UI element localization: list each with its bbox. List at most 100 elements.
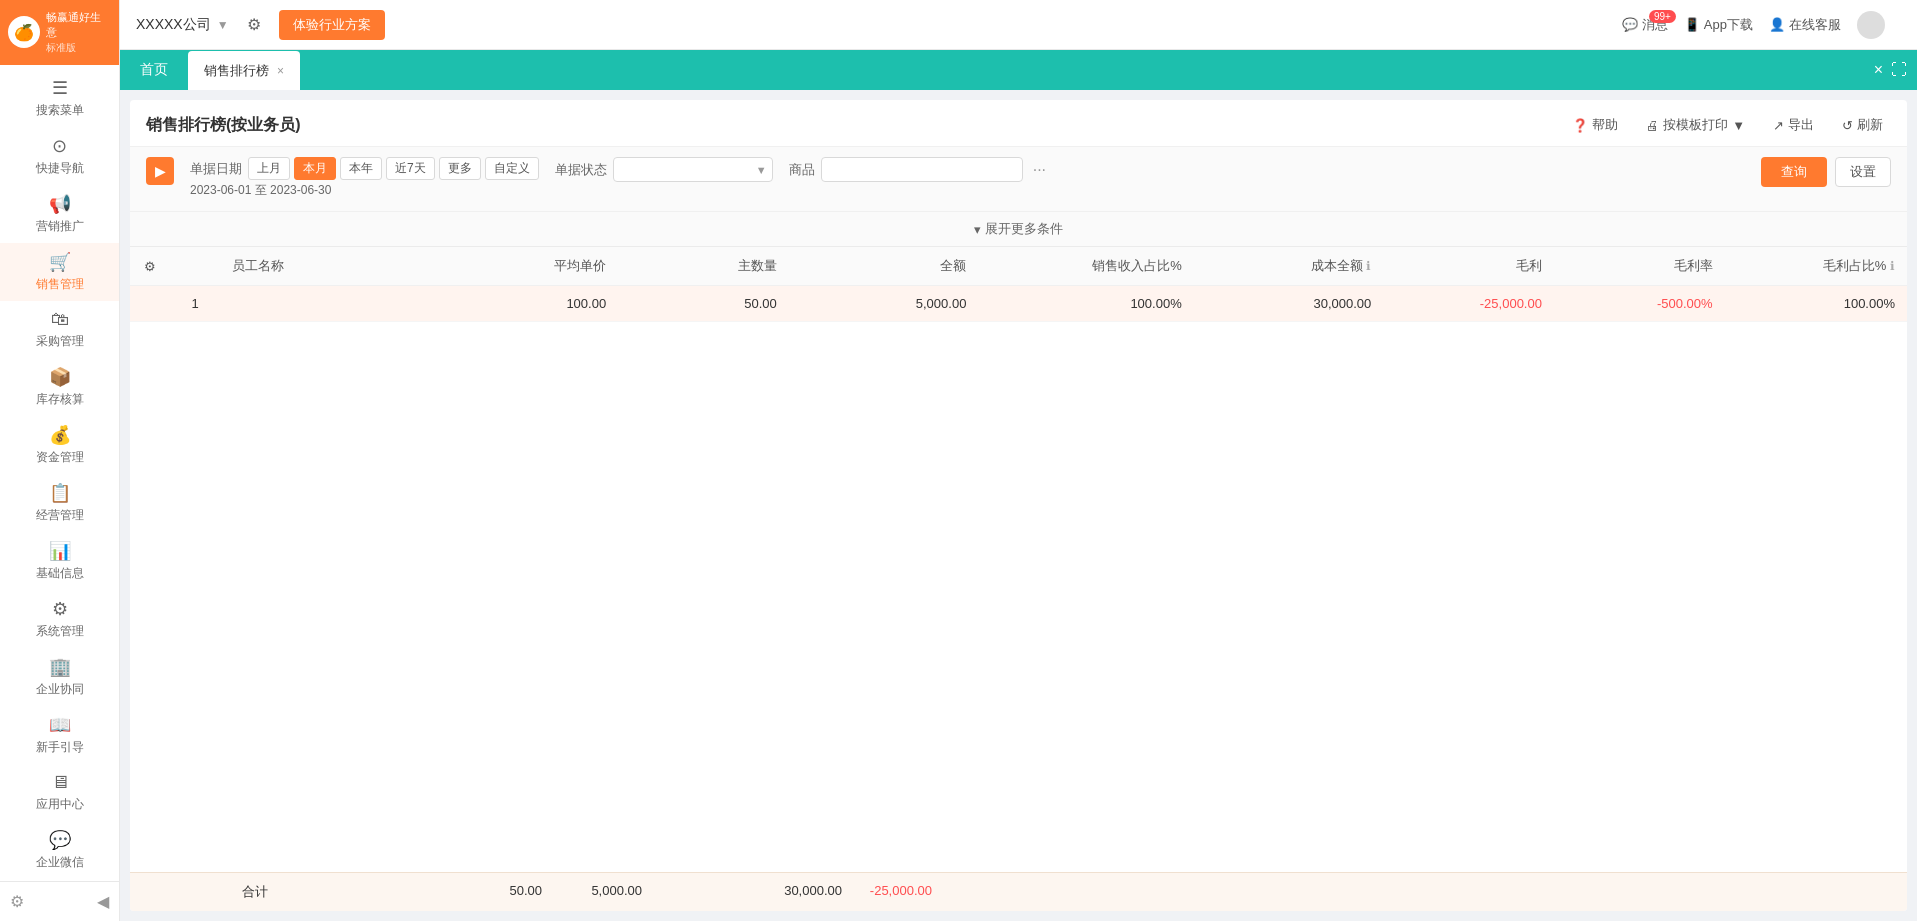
- footer-avg-cell: [362, 883, 452, 901]
- tabbar-maximize-btn[interactable]: ⛶: [1891, 61, 1907, 79]
- sidebar-item-newbie[interactable]: 📖 新手引导: [0, 706, 119, 764]
- app-download-button[interactable]: 📱 App下载: [1684, 16, 1753, 34]
- footer-gross-cell: -25,000.00: [842, 883, 932, 901]
- trial-button[interactable]: 体验行业方案: [279, 10, 385, 40]
- export-icon: ↗: [1773, 118, 1784, 133]
- filter-toggle-btn[interactable]: ▶: [146, 157, 174, 185]
- status-filter-group: 单据状态 ▼: [555, 157, 773, 182]
- sidebar-item-corp[interactable]: 🏢 企业协同: [0, 648, 119, 706]
- period-btn-this-year[interactable]: 本年: [340, 157, 382, 180]
- row-cost-cell: 30,000.00: [1194, 286, 1384, 322]
- system-icon: ⚙: [52, 598, 68, 620]
- print-button[interactable]: 🖨 按模板打印 ▼: [1638, 112, 1753, 138]
- row-grossrate-cell: -500.00%: [1554, 286, 1725, 322]
- wechat-icon: 💬: [49, 829, 71, 851]
- cost-info-icon[interactable]: ℹ: [1366, 259, 1371, 273]
- main-area: XXXXX公司 ▼ ⚙ 体验行业方案 💬 消息 99+ 📱 App下载 👤 在线…: [120, 0, 1917, 921]
- period-btn-custom[interactable]: 自定义: [485, 157, 539, 180]
- tab-sales-ranking[interactable]: 销售排行榜 ×: [188, 51, 300, 91]
- message-button[interactable]: 💬 消息 99+: [1622, 16, 1668, 34]
- print-chevron-icon: ▼: [1732, 118, 1745, 133]
- topbar-settings-btn[interactable]: ⚙: [239, 10, 269, 40]
- sidebar-item-label: 经营管理: [36, 507, 84, 524]
- user-avatar[interactable]: [1857, 11, 1885, 39]
- sidebar-item-label: 销售管理: [36, 276, 84, 293]
- sidebar-item-label: 新手引导: [36, 739, 84, 756]
- marketing-icon: 📢: [49, 193, 71, 215]
- sidebar-item-label: 快捷导航: [36, 160, 84, 177]
- sidebar-item-marketing[interactable]: 📢 营销推广: [0, 185, 119, 243]
- tab-home[interactable]: 首页: [120, 50, 188, 90]
- tabbar-actions: × ⛶: [1874, 61, 1917, 79]
- export-button[interactable]: ↗ 导出: [1765, 112, 1822, 138]
- company-chevron-icon: ▼: [217, 18, 229, 32]
- print-label: 按模板打印: [1663, 116, 1728, 134]
- page-header: 销售排行榜(按业务员) ❓ 帮助 🖨 按模板打印 ▼ ↗ 导出: [130, 100, 1907, 147]
- finance-icon: 💰: [49, 424, 71, 446]
- company-selector[interactable]: XXXXX公司 ▼: [136, 16, 229, 34]
- help-button[interactable]: ❓ 帮助: [1564, 112, 1626, 138]
- period-btn-last-month[interactable]: 上月: [248, 157, 290, 180]
- sidebar-item-system[interactable]: ⚙ 系统管理: [0, 590, 119, 648]
- footer-salespct-cell: [642, 883, 742, 901]
- sidebar-item-shortcuts[interactable]: ⊙ 快捷导航: [0, 127, 119, 185]
- corp-icon: 🏢: [49, 656, 71, 678]
- tab-home-label: 首页: [140, 61, 168, 79]
- logo-area: 🍊 畅赢通好生意 标准版: [0, 0, 119, 65]
- query-button[interactable]: 查询: [1761, 157, 1827, 187]
- sidebar-item-purchase[interactable]: 🛍 采购管理: [0, 301, 119, 358]
- col-gross-pct: 毛利占比% ℹ: [1725, 247, 1907, 286]
- table-footer: 合计 50.00 5,000.00 30,000.00 -25,000.00: [130, 872, 1907, 911]
- service-icon: 👤: [1769, 17, 1785, 32]
- sidebar-collapse-btn[interactable]: ◀: [97, 892, 109, 911]
- sidebar-item-finance[interactable]: 💰 资金管理: [0, 416, 119, 474]
- operations-icon: 📋: [49, 482, 71, 504]
- refresh-button[interactable]: ↺ 刷新: [1834, 112, 1891, 138]
- row-qty-cell: 50.00: [618, 286, 789, 322]
- col-amount: 全额: [789, 247, 979, 286]
- period-btn-this-month[interactable]: 本月: [294, 157, 336, 180]
- sidebar-item-basic[interactable]: 📊 基础信息: [0, 532, 119, 590]
- page-title: 销售排行榜(按业务员): [146, 115, 301, 136]
- col-settings-icon[interactable]: ⚙: [144, 259, 156, 274]
- sidebar-item-apps[interactable]: 🖥 应用中心: [0, 764, 119, 821]
- row-index-cell: 1: [170, 286, 220, 322]
- logo-name: 畅赢通好生意: [46, 10, 111, 41]
- tab-close-icon[interactable]: ×: [277, 64, 284, 78]
- online-service-button[interactable]: 👤 在线客服: [1769, 16, 1841, 34]
- table-header-row: ⚙ 员工名称 平均单价 主数量: [130, 247, 1907, 286]
- col-gross-rate: 毛利率: [1554, 247, 1725, 286]
- col-gross: 毛利: [1383, 247, 1554, 286]
- row-avg-cell: 100.00: [448, 286, 619, 322]
- newbie-icon: 📖: [49, 714, 71, 736]
- col-index: [170, 247, 220, 286]
- grosspct-info-icon[interactable]: ℹ: [1890, 259, 1895, 273]
- sidebar-item-search[interactable]: ☰ 搜索菜单: [0, 69, 119, 127]
- sidebar-item-label: 应用中心: [36, 796, 84, 813]
- filter-main-row: ▶ 单据日期 上月 本月 本年 近7天 更多 自定义: [130, 147, 1907, 205]
- expand-icon: ▾: [974, 222, 981, 237]
- status-label: 单据状态: [555, 161, 607, 179]
- sidebar-item-wechat[interactable]: 💬 企业微信: [0, 821, 119, 879]
- sidebar-item-sales[interactable]: 🛒 销售管理: [0, 243, 119, 301]
- goods-more-btn[interactable]: ···: [1029, 161, 1050, 179]
- col-settings: ⚙: [130, 247, 170, 286]
- status-select[interactable]: [613, 157, 773, 182]
- goods-input[interactable]: [821, 157, 1023, 182]
- tabbar-close-btn[interactable]: ×: [1874, 61, 1883, 79]
- period-btn-7days[interactable]: 近7天: [386, 157, 435, 180]
- sidebar-settings-btn[interactable]: ⚙: [10, 892, 24, 911]
- app-download-label: App下载: [1704, 16, 1753, 34]
- purchase-icon: 🛍: [51, 309, 69, 330]
- sidebar-item-label: 基础信息: [36, 565, 84, 582]
- help-label: 帮助: [1592, 116, 1618, 134]
- footer-amount-cell: 5,000.00: [542, 883, 642, 901]
- app-download-icon: 📱: [1684, 17, 1700, 32]
- settings-small-button[interactable]: 设置: [1835, 157, 1891, 187]
- sidebar-item-operations[interactable]: 📋 经营管理: [0, 474, 119, 532]
- period-btn-more[interactable]: 更多: [439, 157, 481, 180]
- sidebar-item-inventory[interactable]: 📦 库存核算: [0, 358, 119, 416]
- footer-gross: -25,000.00: [870, 883, 932, 898]
- expand-conditions-btn[interactable]: ▾ 展开更多条件: [962, 216, 1075, 242]
- refresh-icon: ↺: [1842, 118, 1853, 133]
